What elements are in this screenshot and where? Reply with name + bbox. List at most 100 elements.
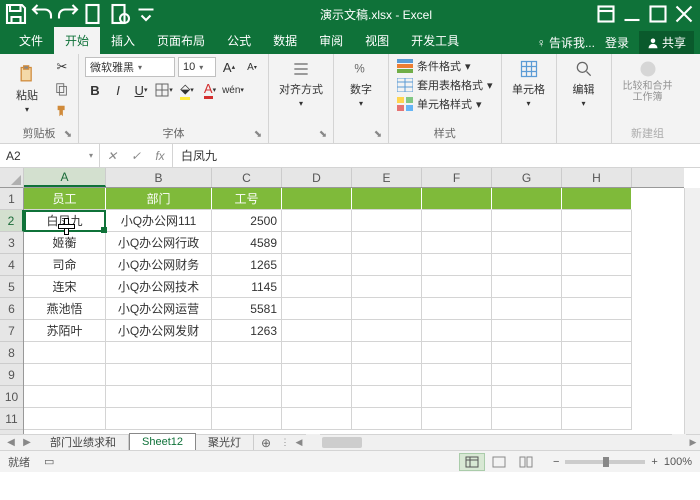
cell[interactable] [492, 408, 562, 430]
sheet-prev-icon[interactable]: ◀ [4, 437, 18, 448]
cell[interactable] [282, 320, 352, 342]
sheet-tab-2[interactable]: Sheet12 [129, 433, 196, 450]
horizontal-scrollbar[interactable] [320, 434, 672, 450]
table-format-button[interactable]: 套用表格格式▾ [395, 76, 495, 94]
row-header-9[interactable]: 9 [0, 364, 23, 386]
cells-button[interactable]: 单元格▾ [508, 57, 550, 110]
cell[interactable] [562, 364, 632, 386]
edit-button[interactable]: 编辑▾ [563, 57, 605, 110]
col-header-B[interactable]: B [106, 168, 212, 187]
cell[interactable] [352, 364, 422, 386]
cell[interactable] [352, 408, 422, 430]
row-header-1[interactable]: 1 [0, 188, 23, 210]
format-painter-icon[interactable] [52, 101, 72, 121]
cell[interactable] [492, 232, 562, 254]
cell[interactable] [492, 298, 562, 320]
cell[interactable] [24, 342, 106, 364]
cell[interactable] [282, 188, 352, 210]
cell[interactable] [282, 386, 352, 408]
italic-icon[interactable]: I [108, 80, 128, 100]
number-launcher[interactable]: ⬊ [372, 129, 384, 141]
cut-icon[interactable]: ✂ [52, 57, 72, 77]
cell[interactable] [212, 386, 282, 408]
tab-data[interactable]: 数据 [262, 27, 308, 54]
cell[interactable] [106, 386, 212, 408]
zoom-out-icon[interactable]: − [553, 456, 559, 468]
alignment-button[interactable]: 对齐方式▾ [275, 57, 327, 110]
share-button[interactable]: 共享 [639, 31, 694, 54]
cell[interactable] [282, 254, 352, 276]
cell[interactable] [492, 254, 562, 276]
cell[interactable] [282, 276, 352, 298]
cell[interactable] [562, 254, 632, 276]
row-header-8[interactable]: 8 [0, 342, 23, 364]
cell[interactable] [492, 210, 562, 232]
col-header-D[interactable]: D [282, 168, 352, 187]
cell[interactable]: 2500 [212, 210, 282, 232]
tab-file[interactable]: 文件 [8, 27, 54, 54]
cell[interactable]: 4589 [212, 232, 282, 254]
select-all-corner[interactable] [0, 168, 24, 188]
cell[interactable] [422, 386, 492, 408]
cell[interactable] [352, 298, 422, 320]
fx-icon[interactable]: fx [148, 144, 172, 167]
number-button[interactable]: %数字▾ [340, 57, 382, 110]
cell[interactable] [492, 386, 562, 408]
cell[interactable] [282, 342, 352, 364]
close-icon[interactable] [672, 2, 696, 26]
cell[interactable] [106, 342, 212, 364]
row-header-2[interactable]: 2 [0, 210, 24, 232]
minimize-icon[interactable] [620, 2, 644, 26]
save-icon[interactable] [4, 2, 28, 26]
cell[interactable] [212, 408, 282, 430]
cell[interactable]: 1263 [212, 320, 282, 342]
cell[interactable]: 燕池悟 [24, 298, 106, 320]
cell[interactable] [352, 254, 422, 276]
undo-icon[interactable] [30, 2, 54, 26]
cell[interactable] [106, 408, 212, 430]
tab-home[interactable]: 开始 [54, 27, 100, 54]
login-button[interactable]: 登录 [605, 34, 629, 51]
row-header-7[interactable]: 7 [0, 320, 23, 342]
row-header-6[interactable]: 6 [0, 298, 23, 320]
paste-button[interactable]: 粘贴▾ [6, 57, 48, 121]
macro-record-icon[interactable]: ▭ [44, 455, 54, 468]
font-launcher[interactable]: ⬊ [252, 129, 264, 141]
cell[interactable] [282, 364, 352, 386]
tab-formula[interactable]: 公式 [216, 27, 262, 54]
cell[interactable] [422, 342, 492, 364]
spreadsheet-grid[interactable]: ABCDEFGH 1234567891011 员工部门工号 白凤九小Q办公网11… [0, 168, 700, 450]
clipboard-launcher[interactable]: ⬊ [62, 129, 74, 141]
print-preview-icon[interactable] [108, 2, 132, 26]
hscroll-left-icon[interactable]: ◀ [292, 434, 306, 450]
col-header-G[interactable]: G [492, 168, 562, 187]
cell[interactable] [562, 188, 632, 210]
sheet-tab-3[interactable]: 聚光灯 [196, 434, 254, 450]
cell[interactable] [106, 364, 212, 386]
cell[interactable] [562, 320, 632, 342]
cell[interactable] [562, 342, 632, 364]
cell[interactable] [24, 386, 106, 408]
cell-styles-button[interactable]: 单元格样式▾ [395, 95, 495, 113]
ribbon-options-icon[interactable] [594, 2, 618, 26]
view-layout-icon[interactable] [486, 453, 512, 471]
row-header-4[interactable]: 4 [0, 254, 23, 276]
cell[interactable]: 连宋 [24, 276, 106, 298]
sheet-next-icon[interactable]: ▶ [20, 437, 34, 448]
cell[interactable] [562, 408, 632, 430]
cell[interactable] [282, 408, 352, 430]
cell[interactable] [212, 342, 282, 364]
cell[interactable]: 5581 [212, 298, 282, 320]
cell[interactable] [212, 364, 282, 386]
font-color-icon[interactable]: A▾ [200, 80, 220, 100]
cell[interactable]: 小Q办公网技术 [106, 276, 212, 298]
scroll-divider[interactable]: ⋮ [278, 434, 292, 450]
cell[interactable] [562, 276, 632, 298]
cell[interactable] [562, 298, 632, 320]
grow-font-icon[interactable]: A▴ [219, 57, 239, 77]
zoom-slider[interactable] [565, 460, 645, 464]
cell[interactable]: 工号 [212, 188, 282, 210]
add-sheet-button[interactable]: ⊕ [254, 434, 278, 450]
align-launcher[interactable]: ⬊ [317, 129, 329, 141]
cell[interactable] [24, 408, 106, 430]
